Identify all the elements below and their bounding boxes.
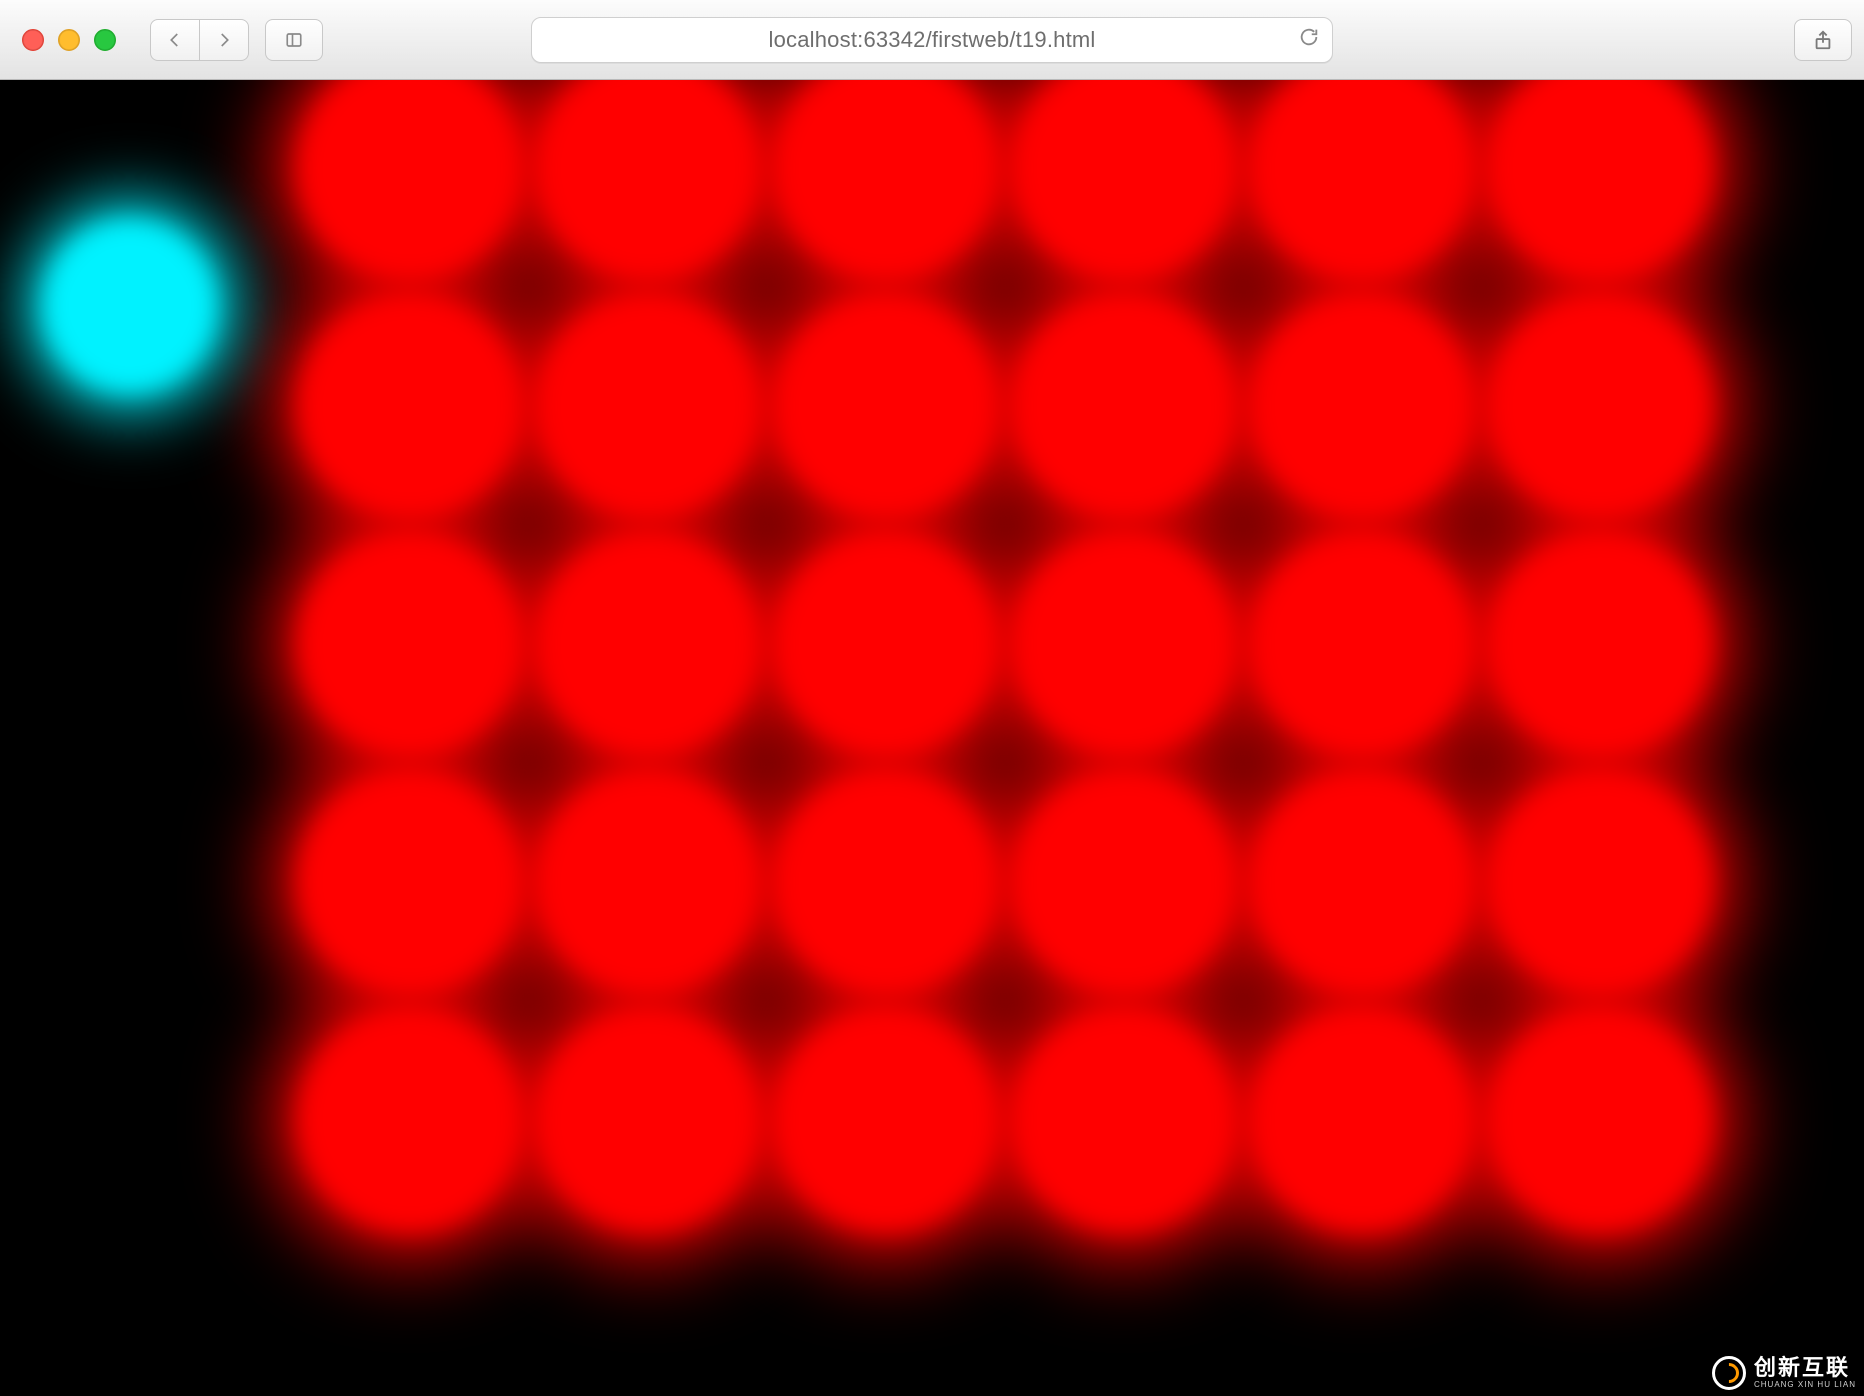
share-icon xyxy=(1812,29,1834,51)
enemy-ball xyxy=(1248,530,1476,758)
enemy-ball xyxy=(1486,292,1714,520)
enemy-ball xyxy=(534,768,762,996)
watermark-sub: CHUANG XIN HU LIAN xyxy=(1754,1381,1856,1389)
game-canvas[interactable] xyxy=(0,80,1864,1396)
enemy-ball xyxy=(296,80,524,282)
enemy-ball xyxy=(296,292,524,520)
minimize-window-button[interactable] xyxy=(58,29,80,51)
share-button[interactable] xyxy=(1794,19,1852,61)
enemy-ball xyxy=(1010,80,1238,282)
enemy-ball xyxy=(296,530,524,758)
reload-button[interactable] xyxy=(1298,26,1320,54)
enemy-ball xyxy=(772,768,1000,996)
enemy-ball xyxy=(1486,80,1714,282)
watermark-name: 创新互联 xyxy=(1754,1357,1856,1379)
enemy-ball xyxy=(772,530,1000,758)
reload-icon xyxy=(1298,26,1320,48)
watermark: 创新互联 CHUANG XIN HU LIAN xyxy=(1712,1356,1856,1390)
watermark-text: 创新互联 CHUANG XIN HU LIAN xyxy=(1754,1357,1856,1389)
enemy-ball xyxy=(534,80,762,282)
enemy-ball xyxy=(1248,80,1476,282)
browser-titlebar: localhost:63342/firstweb/t19.html xyxy=(0,0,1864,80)
enemy-ball xyxy=(296,1006,524,1234)
close-window-button[interactable] xyxy=(22,29,44,51)
chevron-left-icon xyxy=(166,31,184,49)
enemy-ball xyxy=(534,1006,762,1234)
window-controls xyxy=(22,29,116,51)
chevron-right-icon xyxy=(215,31,233,49)
enemy-ball xyxy=(772,292,1000,520)
forward-button[interactable] xyxy=(200,19,249,61)
enemy-ball xyxy=(1010,292,1238,520)
share-area xyxy=(1794,19,1852,61)
player-ball xyxy=(42,218,218,394)
address-bar-url: localhost:63342/firstweb/t19.html xyxy=(769,27,1096,53)
enemy-ball xyxy=(534,530,762,758)
watermark-logo-icon xyxy=(1712,1356,1746,1390)
enemy-ball xyxy=(1486,1006,1714,1234)
enemy-ball xyxy=(534,292,762,520)
enemy-ball xyxy=(772,1006,1000,1234)
sidebar-toggle-button[interactable] xyxy=(265,19,323,61)
enemy-ball xyxy=(1486,768,1714,996)
address-bar[interactable]: localhost:63342/firstweb/t19.html xyxy=(531,17,1333,63)
zoom-window-button[interactable] xyxy=(94,29,116,51)
sidebar-icon xyxy=(285,31,303,49)
enemy-ball xyxy=(1248,768,1476,996)
enemy-ball xyxy=(772,80,1000,282)
enemy-ball xyxy=(1010,530,1238,758)
back-button[interactable] xyxy=(150,19,200,61)
enemy-ball xyxy=(1248,292,1476,520)
enemy-ball xyxy=(1010,1006,1238,1234)
enemy-ball xyxy=(1486,530,1714,758)
enemy-ball xyxy=(1248,1006,1476,1234)
enemy-ball xyxy=(296,768,524,996)
enemy-ball xyxy=(1010,768,1238,996)
nav-buttons xyxy=(150,19,249,61)
